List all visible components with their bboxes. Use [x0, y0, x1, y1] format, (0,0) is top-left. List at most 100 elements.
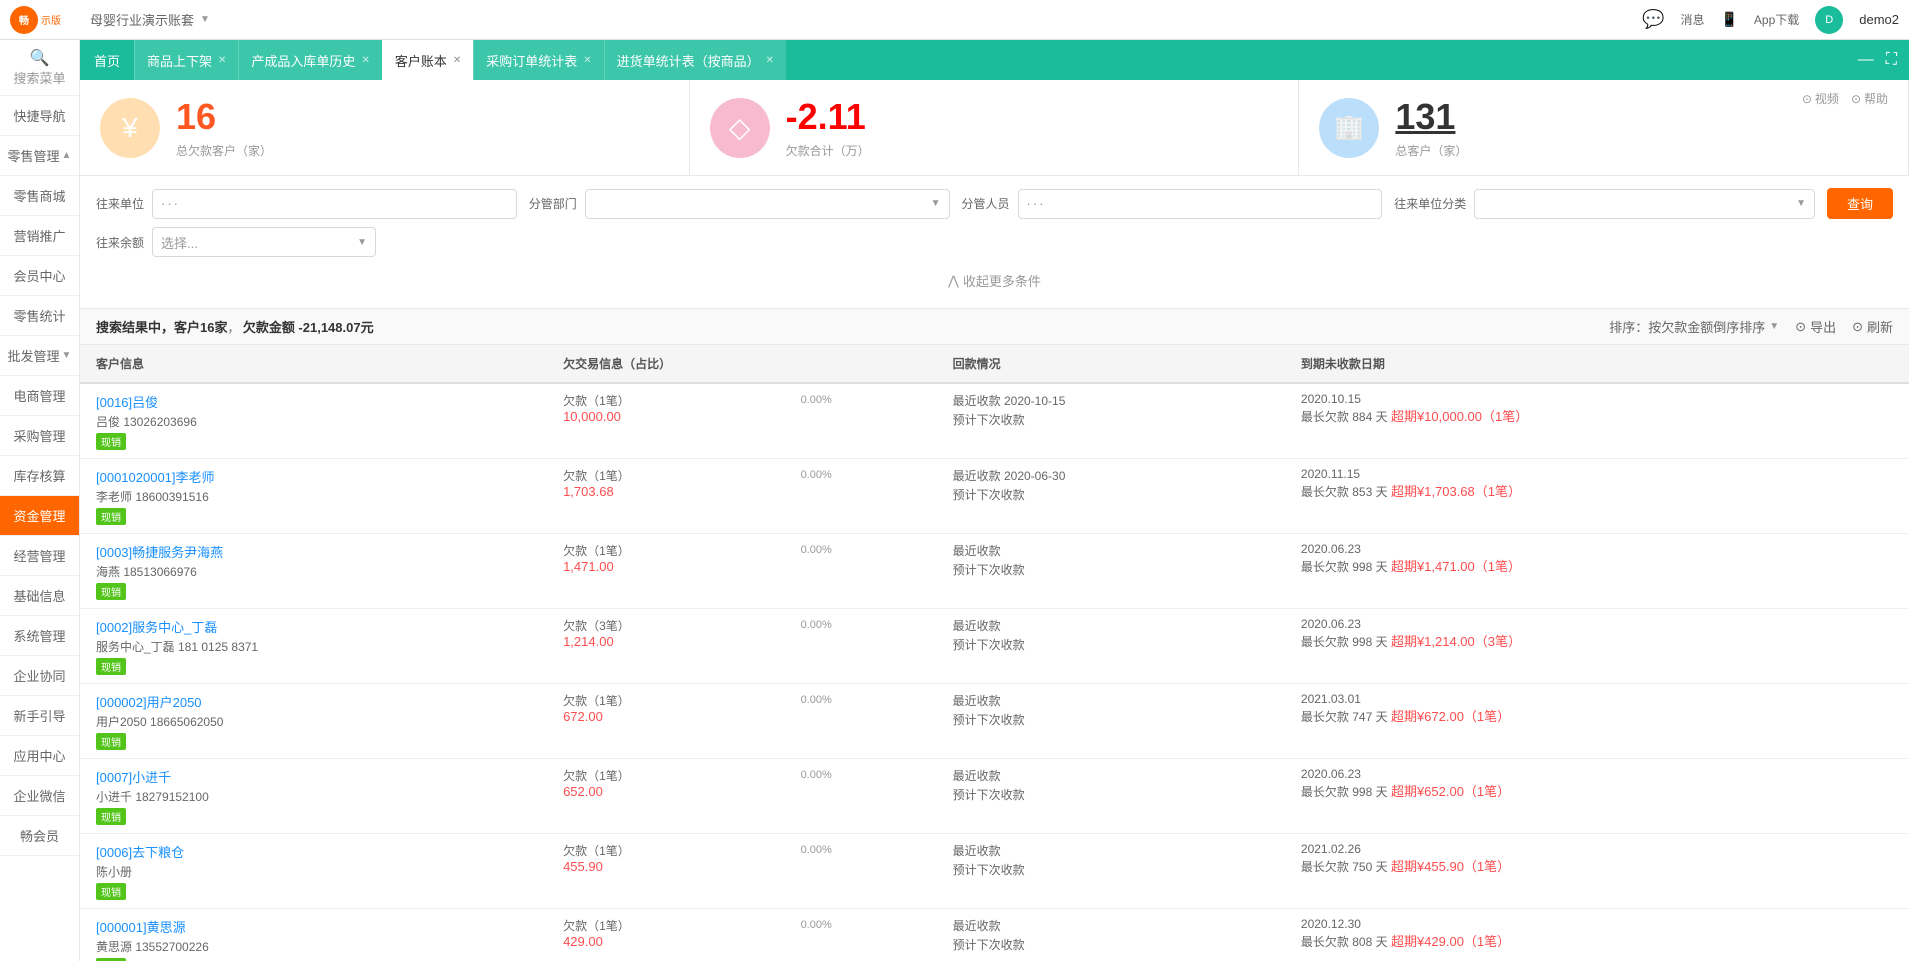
stat-card-customers: ¥ 16 总欠款客户（家）	[80, 80, 690, 175]
sidebar-item-app-center[interactable]: 应用中心	[0, 736, 79, 776]
customer-phone-5: 小进千 18279152100	[96, 788, 531, 805]
tab-home[interactable]: 首页	[80, 40, 134, 80]
due-date-7: 2020.12.30	[1301, 917, 1893, 931]
sidebar-item-basic-info[interactable]: 基础信息	[0, 576, 79, 616]
overdue-link-7[interactable]: 超期¥429.00（1笔）	[1391, 934, 1510, 949]
sidebar-item-finance[interactable]: 资金管理	[0, 496, 79, 536]
sidebar-item-new-guide[interactable]: 新手引导	[0, 696, 79, 736]
table-wrapper: 客户信息 欠交易信息（占比） 回款情况 到期未收款日期 [0016]吕俊 吕俊 …	[80, 345, 1909, 961]
overdue-days-0: 最长欠款 884 天 超期¥10,000.00（1笔）	[1301, 406, 1893, 425]
help-btn[interactable]: ⊙ 帮助	[1851, 90, 1888, 107]
sidebar-item-enterprise-wechat[interactable]: 企业微信	[0, 776, 79, 816]
customer-name-link-5[interactable]: [0007]小进千	[96, 767, 531, 786]
cell-due-5: 2020.06.23 最长欠款 998 天 超期¥652.00（1笔）	[1285, 759, 1909, 834]
sidebar-item-operations[interactable]: 经营管理	[0, 536, 79, 576]
sidebar-item-enterprise-collab[interactable]: 企业协同	[0, 656, 79, 696]
sidebar-item-purchase[interactable]: 采购管理	[0, 416, 79, 456]
customer-name-link-6[interactable]: [0006]去下粮仓	[96, 842, 531, 861]
sidebar-item-member[interactable]: 会员中心	[0, 256, 79, 296]
message-label[interactable]: 消息	[1680, 11, 1704, 28]
due-date-3: 2020.06.23	[1301, 617, 1893, 631]
cell-customer-7: [000001]黄思源 黄思源 13552700226 现销	[80, 909, 547, 961]
owe-amount-6[interactable]: 455.90	[563, 859, 768, 874]
last-collect-6: 最近收款	[953, 842, 1269, 859]
tab-purchase-order-close[interactable]: ✕	[583, 55, 591, 66]
owe-pct-0: 0.00%	[801, 394, 921, 406]
overdue-link-1[interactable]: 超期¥1,703.68（1笔）	[1391, 484, 1521, 499]
refresh-btn[interactable]: ⊙ 刷新	[1852, 317, 1893, 336]
tab-minimize-btn[interactable]: —	[1854, 49, 1878, 71]
sort-selector[interactable]: 排序：按欠款金额倒序排序 ▼	[1609, 317, 1779, 336]
customer-name-link-1[interactable]: [0001020001]李老师	[96, 467, 531, 486]
stat-value-total: 131	[1395, 96, 1467, 138]
tab-product-offshelf[interactable]: 商品上下架 ✕	[134, 40, 238, 80]
owe-amount-0[interactable]: 10,000.00	[563, 409, 768, 424]
sidebar-item-retail-stats[interactable]: 零售统计	[0, 296, 79, 336]
source-unit-input[interactable]: ···	[152, 189, 517, 219]
owe-amount-4[interactable]: 672.00	[563, 709, 768, 724]
refresh-icon: ⊙	[1852, 319, 1863, 335]
cell-return-6: 最近收款 预计下次收款	[937, 834, 1285, 909]
tab-inbound-stats[interactable]: 进货单统计表（按商品） ✕	[604, 40, 786, 80]
tab-product-inbound[interactable]: 产成品入库单历史 ✕	[238, 40, 381, 80]
query-button[interactable]: 查询	[1827, 188, 1893, 219]
overdue-link-3[interactable]: 超期¥1,214.00（3笔）	[1391, 634, 1521, 649]
balance-select[interactable]: 选择... ▼	[152, 227, 376, 257]
sidebar-item-quick-nav[interactable]: 快捷导航	[0, 96, 79, 136]
tab-product-offshelf-close[interactable]: ✕	[218, 55, 226, 66]
collapse-btn[interactable]: ⋀ 收起更多条件	[96, 265, 1893, 296]
user-name[interactable]: demo2	[1859, 12, 1899, 27]
customer-name-link-7[interactable]: [000001]黄思源	[96, 917, 531, 936]
overdue-link-2[interactable]: 超期¥1,471.00（1笔）	[1391, 559, 1521, 574]
owe-amount-5[interactable]: 652.00	[563, 784, 768, 799]
tab-maximize-btn[interactable]: ⛶	[1882, 49, 1901, 71]
tab-customer-account-close[interactable]: ✕	[453, 55, 461, 66]
owe-amount-7[interactable]: 429.00	[563, 934, 768, 949]
sidebar: 🔍 搜索菜单 快捷导航 零售管理 ▲ 零售商城 营销推广 会员中心 零售统计	[0, 40, 80, 961]
export-btn[interactable]: ⊙ 导出	[1795, 317, 1836, 336]
overdue-link-4[interactable]: 超期¥672.00（1笔）	[1391, 709, 1510, 724]
owe-amount-1[interactable]: 1,703.68	[563, 484, 768, 499]
cell-return-1: 最近收款 2020-06-30 预计下次收款	[937, 459, 1285, 534]
tab-product-inbound-close[interactable]: ✕	[361, 55, 369, 66]
view-btn[interactable]: ⊙ 视频	[1802, 90, 1839, 107]
sidebar-item-ecommerce[interactable]: 电商管理	[0, 376, 79, 416]
unit-category-select[interactable]: ▼	[1474, 189, 1815, 219]
cell-owe-3: 欠款（3笔） 1,214.00	[547, 609, 784, 684]
sidebar-item-inventory[interactable]: 库存核算	[0, 456, 79, 496]
tab-inbound-stats-close[interactable]: ✕	[766, 55, 774, 66]
owe-amount-2[interactable]: 1,471.00	[563, 559, 768, 574]
cell-due-3: 2020.06.23 最长欠款 998 天 超期¥1,214.00（3笔）	[1285, 609, 1909, 684]
stat-value-customers: 16	[176, 96, 272, 138]
sidebar-item-retail-mgmt[interactable]: 零售管理 ▲	[0, 136, 79, 176]
table-row: [000001]黄思源 黄思源 13552700226 现销 欠款（1笔） 42…	[80, 909, 1909, 961]
sidebar-item-batch-mgmt[interactable]: 批发管理 ▼	[0, 336, 79, 376]
sidebar-item-member-vip[interactable]: 畅会员	[0, 816, 79, 856]
owe-amount-3[interactable]: 1,214.00	[563, 634, 768, 649]
balance-label: 往来余额	[96, 234, 144, 251]
sidebar-item-retail-mall[interactable]: 零售商城	[0, 176, 79, 216]
tab-purchase-order[interactable]: 采购订单统计表 ✕	[473, 40, 603, 80]
tab-customer-account[interactable]: 客户账本 ✕	[382, 40, 473, 80]
user-avatar[interactable]: D	[1815, 6, 1843, 34]
sidebar-item-system[interactable]: 系统管理	[0, 616, 79, 656]
overdue-link-0[interactable]: 超期¥10,000.00（1笔）	[1391, 409, 1528, 424]
customer-name-link-3[interactable]: [0002]服务中心_丁磊	[96, 617, 531, 636]
customer-phone-4: 用户2050 18665062050	[96, 713, 531, 730]
dept-select[interactable]: ▼	[585, 189, 950, 219]
sidebar-item-marketing[interactable]: 营销推广	[0, 216, 79, 256]
customer-name-link-2[interactable]: [0003]畅捷服务尹海燕	[96, 542, 531, 561]
customer-name-link-0[interactable]: [0016]吕俊	[96, 392, 531, 411]
person-input[interactable]: ···	[1018, 189, 1383, 219]
balance-placeholder: 选择...	[161, 233, 198, 252]
person-dots: ···	[1027, 196, 1046, 211]
brand-label: 母婴行业演示账套 ▼	[90, 10, 1642, 29]
appdownload-label[interactable]: App下载	[1754, 11, 1799, 28]
message-icon[interactable]: 💬	[1642, 9, 1664, 30]
overdue-link-5[interactable]: 超期¥652.00（1笔）	[1391, 784, 1510, 799]
tab-product-inbound-label: 产成品入库单历史	[251, 51, 355, 70]
brand-chevron[interactable]: ▼	[200, 14, 210, 25]
customer-name-link-4[interactable]: [000002]用户2050	[96, 692, 531, 711]
overdue-link-6[interactable]: 超期¥455.90（1笔）	[1391, 859, 1510, 874]
sidebar-item-search[interactable]: 🔍 搜索菜单	[0, 40, 79, 96]
